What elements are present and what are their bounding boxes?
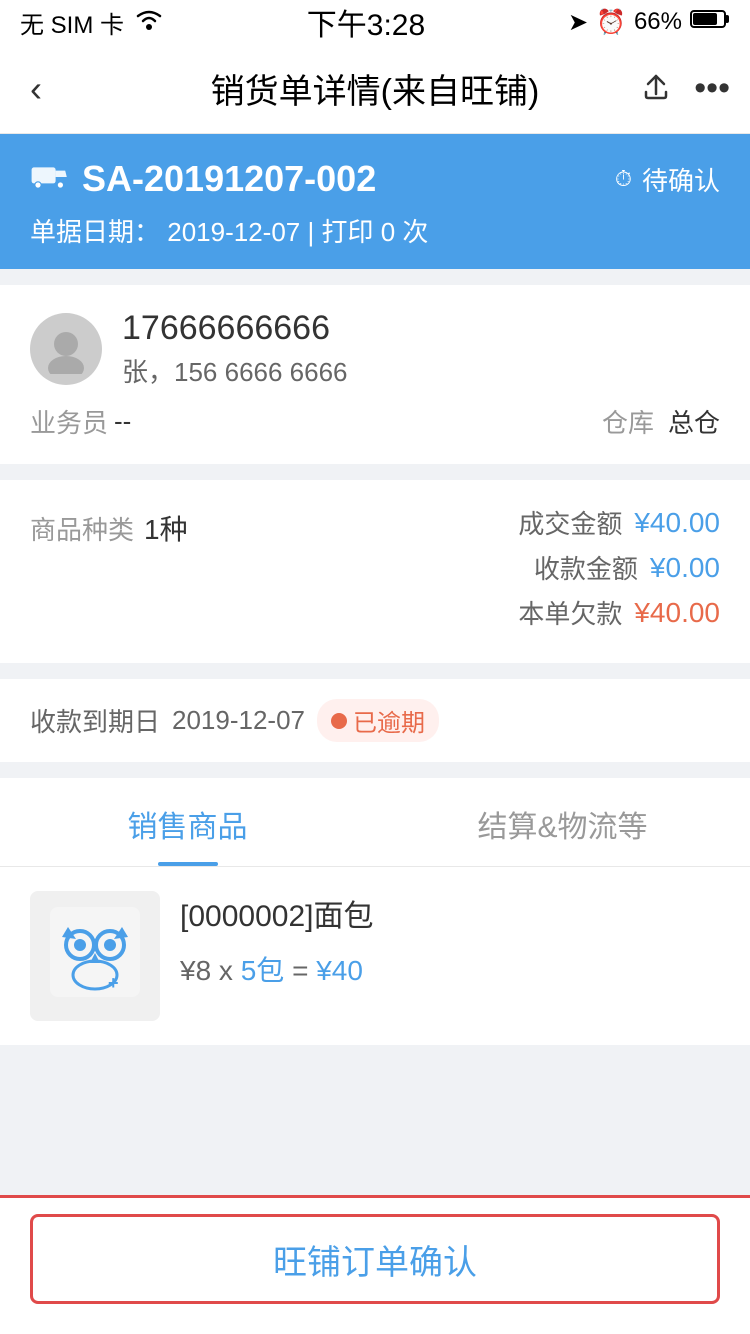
owed-value: ¥40.00	[634, 597, 720, 629]
back-button[interactable]: ‹	[20, 58, 52, 120]
price-per-unit: ¥8 x	[180, 955, 241, 986]
due-date-card: 收款到期日 2019-12-07 已逾期	[0, 679, 750, 762]
customer-card: 17666666666 张，156 6666 6666 业务员 -- 仓库 总仓	[0, 285, 750, 464]
total-price: ¥40	[316, 955, 363, 986]
product-type-label: 商品种类	[30, 510, 134, 547]
summary-section: 商品种类 1种 成交金额 ¥40.00 收款金额 ¥0.00 本单欠款 ¥40.…	[0, 480, 750, 663]
battery-text: 66%	[634, 8, 682, 36]
quantity: 5包	[241, 955, 285, 986]
equals: =	[292, 955, 316, 986]
customer-name-sub: 张，156 6666 6666	[122, 352, 348, 389]
customer-phone: 17666666666	[122, 309, 348, 348]
order-status: ⏱ 待确认	[615, 161, 720, 198]
product-name-text: [0000002]面包	[180, 900, 373, 933]
order-id: SA-20191207-002	[82, 158, 376, 200]
product-type-value: 1种	[144, 508, 188, 548]
tab-settlement-label: 结算&物流等	[477, 811, 647, 844]
salesman-label: 业务员	[30, 403, 108, 440]
summary-left: 商品种类 1种	[30, 504, 188, 548]
amount-row-1: 成交金额 ¥40.00	[518, 504, 720, 541]
overdue-badge: 已逾期	[317, 699, 439, 742]
product-info: [0000002]面包 ¥8 x 5包 = ¥40	[180, 891, 720, 989]
bottom-bar: 旺铺订单确认	[0, 1195, 750, 1334]
share-icon[interactable]	[638, 66, 674, 111]
page-title: 销货单详情(来自旺铺)	[211, 64, 540, 113]
nav-bar: ‹ 销货单详情(来自旺铺) •••	[0, 44, 750, 134]
order-header-top: SA-20191207-002 ⏱ 待确认	[30, 158, 720, 200]
svg-text:+: +	[108, 973, 119, 993]
wifi-icon	[134, 8, 164, 37]
tabs-bar: 销售商品 结算&物流等	[0, 778, 750, 867]
date-value: 2019-12-07	[167, 217, 300, 247]
tab-products[interactable]: 销售商品	[0, 778, 375, 866]
status-bar: 无 SIM 卡 下午3:28 ➤ ⏰ 66%	[0, 0, 750, 44]
amount-row-2: 收款金额 ¥0.00	[518, 549, 720, 586]
tab-products-label: 销售商品	[128, 811, 248, 844]
summary-right: 成交金额 ¥40.00 收款金额 ¥0.00 本单欠款 ¥40.00	[518, 504, 720, 639]
order-date-row: 单据日期： 2019-12-07 | 打印 0 次	[30, 212, 720, 249]
order-number: SA-20191207-002	[30, 158, 376, 200]
warehouse-value: 总仓	[668, 403, 720, 440]
avatar	[30, 313, 102, 385]
received-label: 收款金额	[534, 549, 638, 586]
customer-info: 17666666666 张，156 6666 6666	[122, 309, 348, 389]
carrier-text: 无 SIM 卡	[20, 5, 124, 40]
battery-icon	[690, 8, 730, 37]
tab-settlement[interactable]: 结算&物流等	[375, 778, 750, 866]
date-label: 单据日期：	[30, 217, 160, 247]
product-image: +	[30, 891, 160, 1021]
status-left: 无 SIM 卡	[20, 5, 164, 40]
status-text: 待确认	[642, 161, 720, 198]
salesman-row: 业务员 -- 仓库 总仓	[30, 403, 720, 440]
due-date-label: 收款到期日	[30, 702, 160, 739]
location-icon: ➤	[568, 8, 588, 37]
amount-row-3: 本单欠款 ¥40.00	[518, 594, 720, 631]
print-label: | 打印	[307, 217, 373, 247]
order-header: SA-20191207-002 ⏱ 待确认 单据日期： 2019-12-07 |…	[0, 134, 750, 269]
confirm-button-label: 旺铺订单确认	[273, 1235, 477, 1284]
warehouse-label: 仓库	[602, 403, 654, 440]
salesman-value: --	[114, 406, 131, 437]
amount-value: ¥40.00	[634, 507, 720, 539]
print-unit: 次	[402, 217, 428, 247]
product-price-formula: ¥8 x 5包 = ¥40	[180, 949, 720, 989]
status-right: ➤ ⏰ 66%	[568, 8, 730, 37]
clock-icon: ⏱	[615, 166, 632, 192]
amount-label: 成交金额	[518, 504, 622, 541]
alarm-icon: ⏰	[596, 8, 626, 37]
received-value: ¥0.00	[650, 552, 720, 584]
summary-row: 商品种类 1种 成交金额 ¥40.00 收款金额 ¥0.00 本单欠款 ¥40.…	[30, 504, 720, 639]
overdue-dot-icon	[331, 713, 347, 729]
owed-label: 本单欠款	[518, 594, 622, 631]
nav-actions: •••	[638, 66, 730, 111]
status-time: 下午3:28	[307, 0, 425, 44]
product-card: + [0000002]面包 ¥8 x 5包 = ¥40	[0, 867, 750, 1045]
product-logo: +	[50, 907, 140, 1006]
due-date-value: 2019-12-07	[172, 705, 305, 736]
more-icon[interactable]: •••	[694, 69, 730, 108]
customer-row: 17666666666 张，156 6666 6666	[30, 309, 720, 389]
product-name: [0000002]面包	[180, 891, 720, 935]
confirm-order-button[interactable]: 旺铺订单确认	[30, 1214, 720, 1304]
overdue-text: 已逾期	[353, 703, 425, 738]
truck-icon	[30, 158, 70, 200]
print-count: 0	[381, 217, 395, 247]
